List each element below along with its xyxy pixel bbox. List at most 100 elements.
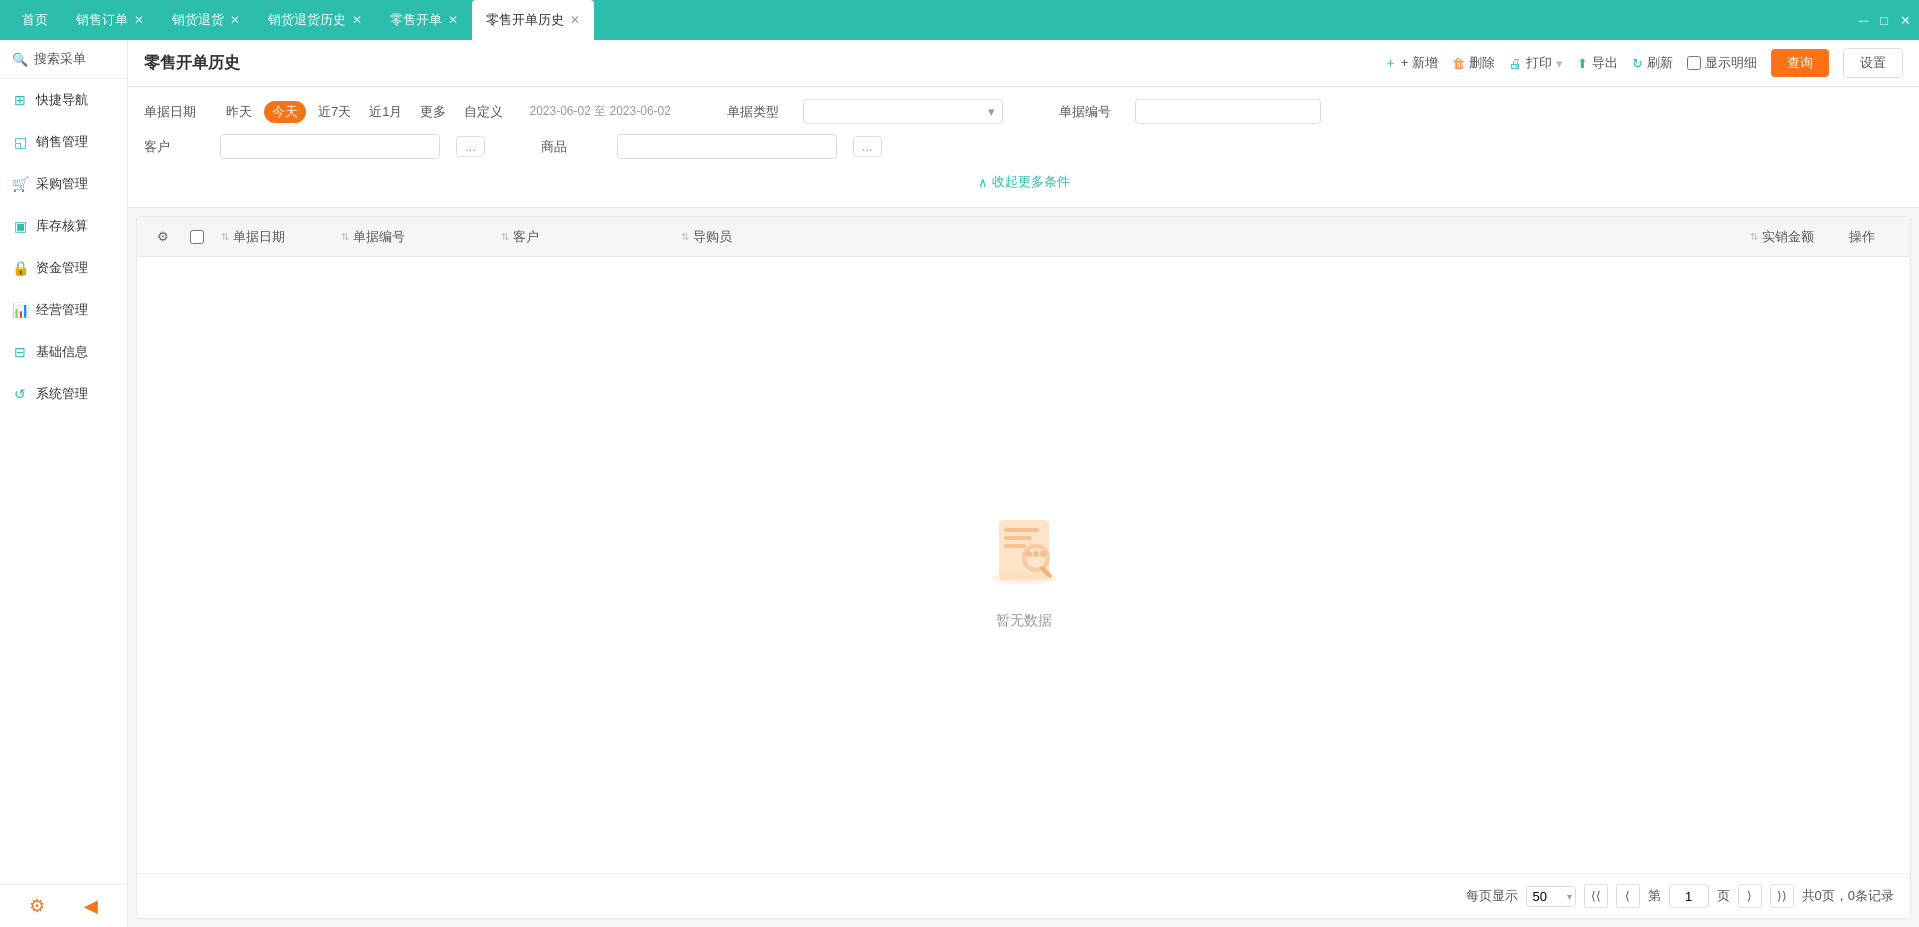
page-title: 零售开单历史 xyxy=(144,53,240,74)
page-next-btn[interactable]: ⟩ xyxy=(1738,884,1762,908)
sort-icon: ⇅ xyxy=(221,231,229,242)
refresh-icon: ↻ xyxy=(1632,56,1643,71)
date-range-text: 2023-06-02 至 2023-06-02 xyxy=(529,103,670,120)
tab-sales-order-close[interactable]: ✕ xyxy=(134,13,144,27)
per-page-select[interactable]: 50 10 20 100 xyxy=(1526,886,1576,907)
sidebar-item-system[interactable]: ↺ 系统管理 xyxy=(0,373,127,415)
col-header-guide[interactable]: ⇅ 导购员 xyxy=(673,228,793,246)
maximize-btn[interactable]: □ xyxy=(1880,13,1888,28)
select-all-checkbox-wrap[interactable] xyxy=(181,230,213,244)
search-icon: 🔍 xyxy=(12,52,28,67)
col-header-date[interactable]: ⇅ 单据日期 xyxy=(213,228,333,246)
sort-icon: ⇅ xyxy=(501,231,509,242)
column-settings-btn[interactable]: ⚙ xyxy=(145,229,181,244)
customer-filter-label: 客户 xyxy=(144,138,204,156)
display-checkbox[interactable] xyxy=(1687,56,1701,70)
sidebar-item-label: 系统管理 xyxy=(36,385,88,403)
tab-sales-return[interactable]: 销货退货 ✕ xyxy=(158,0,254,40)
sidebar-item-label: 经营管理 xyxy=(36,301,88,319)
date-opt-today[interactable]: 今天 xyxy=(264,101,306,123)
svg-rect-2 xyxy=(1004,528,1039,532)
add-button[interactable]: ＋ + 新增 xyxy=(1384,54,1438,72)
sidebar-item-label: 采购管理 xyxy=(36,175,88,193)
refresh-button[interactable]: ↻ 刷新 xyxy=(1632,54,1673,72)
display-toggle[interactable]: 显示明细 xyxy=(1687,54,1757,72)
page-first-btn[interactable]: ⟨⟨ xyxy=(1584,884,1608,908)
sidebar-item-base-info[interactable]: ⊟ 基础信息 xyxy=(0,331,127,373)
sidebar-collapse-icon[interactable]: ◀ xyxy=(84,895,98,917)
customer-filter-input[interactable] xyxy=(220,134,440,159)
finance-icon: 🔒 xyxy=(12,260,28,276)
date-opt-7days[interactable]: 近7天 xyxy=(312,101,357,123)
tab-sales-order[interactable]: 销售订单 ✕ xyxy=(62,0,158,40)
tab-retail-open[interactable]: 零售开单 ✕ xyxy=(376,0,472,40)
toolbar-actions: ＋ + 新增 🗑 删除 🖨 打印 ▾ ⬆ 导出 ↻ xyxy=(1384,48,1903,78)
tab-sales-return-close[interactable]: ✕ xyxy=(230,13,240,27)
settings-button[interactable]: 设置 xyxy=(1843,48,1903,78)
export-button[interactable]: ⬆ 导出 xyxy=(1577,54,1618,72)
operations-icon: 📊 xyxy=(12,302,28,318)
sidebar-item-finance[interactable]: 🔒 资金管理 xyxy=(0,247,127,289)
select-all-checkbox[interactable] xyxy=(190,230,204,244)
goods-filter-input[interactable] xyxy=(617,134,837,159)
date-opt-yesterday[interactable]: 昨天 xyxy=(220,101,258,123)
sidebar-bottom: ⚙ ◀ xyxy=(0,884,127,927)
tab-retail-open-close[interactable]: ✕ xyxy=(448,13,458,27)
svg-point-8 xyxy=(1026,551,1032,557)
tab-sales-return-label: 销货退货 xyxy=(172,11,224,29)
collapse-more-btn[interactable]: ∧ 收起更多条件 xyxy=(978,169,1070,195)
tab-home[interactable]: 首页 xyxy=(8,0,62,40)
col-header-action: 操作 xyxy=(1822,228,1902,246)
sort-icon: ⇅ xyxy=(341,231,349,242)
date-opt-1month[interactable]: 近1月 xyxy=(363,101,408,123)
total-text: 共0页，0条记录 xyxy=(1802,887,1894,905)
filter-row-2: 客户 ... 商品 ... xyxy=(144,134,1903,159)
system-icon: ↺ xyxy=(12,386,28,402)
page-input[interactable] xyxy=(1669,884,1709,908)
date-filter-label: 单据日期 xyxy=(144,103,204,121)
sidebar-search[interactable]: 🔍 搜索采单 xyxy=(0,40,127,79)
tab-retail-open-history-label: 零售开单历史 xyxy=(486,11,564,29)
sidebar-item-operations[interactable]: 📊 经营管理 xyxy=(0,289,127,331)
filter-row-1: 单据日期 昨天 今天 近7天 近1月 更多 自定义 2023-06-02 至 2… xyxy=(144,99,1903,124)
print-button[interactable]: 🖨 打印 ▾ xyxy=(1509,54,1563,72)
page-prev-btn[interactable]: ⟨ xyxy=(1616,884,1640,908)
tab-retail-open-label: 零售开单 xyxy=(390,11,442,29)
col-header-number[interactable]: ⇅ 单据编号 xyxy=(333,228,493,246)
minimize-btn[interactable]: ─ xyxy=(1859,13,1868,28)
col-header-amount[interactable]: ⇅ 实销金额 xyxy=(1702,228,1822,246)
tab-sales-return-history-close[interactable]: ✕ xyxy=(352,13,362,27)
query-button[interactable]: 查询 xyxy=(1771,49,1829,77)
customer-ellipsis-btn[interactable]: ... xyxy=(456,136,485,157)
sidebar-settings-icon[interactable]: ⚙ xyxy=(29,895,45,917)
sidebar-item-label: 基础信息 xyxy=(36,343,88,361)
close-window-btn[interactable]: ✕ xyxy=(1900,13,1911,28)
col-number-label: 单据编号 xyxy=(353,228,405,246)
number-filter-input[interactable] xyxy=(1135,99,1321,124)
type-select[interactable] xyxy=(803,99,1003,124)
empty-state: 暂无数据 xyxy=(137,257,1910,873)
page-last-btn[interactable]: ⟩⟩ xyxy=(1770,884,1794,908)
sidebar-item-sales-mgmt[interactable]: ◱ 销售管理 xyxy=(0,121,127,163)
date-opt-custom[interactable]: 自定义 xyxy=(458,101,509,123)
export-icon: ⬆ xyxy=(1577,56,1588,71)
tab-sales-return-history-label: 销货退货历史 xyxy=(268,11,346,29)
svg-rect-4 xyxy=(1004,544,1026,548)
tab-retail-open-history[interactable]: 零售开单历史 ✕ xyxy=(472,0,594,40)
base-info-icon: ⊟ xyxy=(12,344,28,360)
print-dropdown-icon: ▾ xyxy=(1556,56,1563,71)
sidebar-item-purchase-mgmt[interactable]: 🛒 采购管理 xyxy=(0,163,127,205)
display-label: 显示明细 xyxy=(1705,54,1757,72)
delete-button[interactable]: 🗑 删除 xyxy=(1452,54,1495,72)
svg-rect-3 xyxy=(1004,536,1032,540)
tab-sales-return-history[interactable]: 销货退货历史 ✕ xyxy=(254,0,376,40)
goods-ellipsis-btn[interactable]: ... xyxy=(853,136,882,157)
collapse-label: 收起更多条件 xyxy=(992,173,1070,191)
tab-retail-open-history-close[interactable]: ✕ xyxy=(570,13,580,27)
sidebar-item-inventory[interactable]: ▣ 库存核算 xyxy=(0,205,127,247)
collapse-icon: ∧ xyxy=(978,175,988,190)
date-opt-more[interactable]: 更多 xyxy=(414,101,452,123)
sidebar-item-quick-nav[interactable]: ⊞ 快捷导航 xyxy=(0,79,127,121)
col-date-label: 单据日期 xyxy=(233,228,285,246)
col-header-customer[interactable]: ⇅ 客户 xyxy=(493,228,673,246)
